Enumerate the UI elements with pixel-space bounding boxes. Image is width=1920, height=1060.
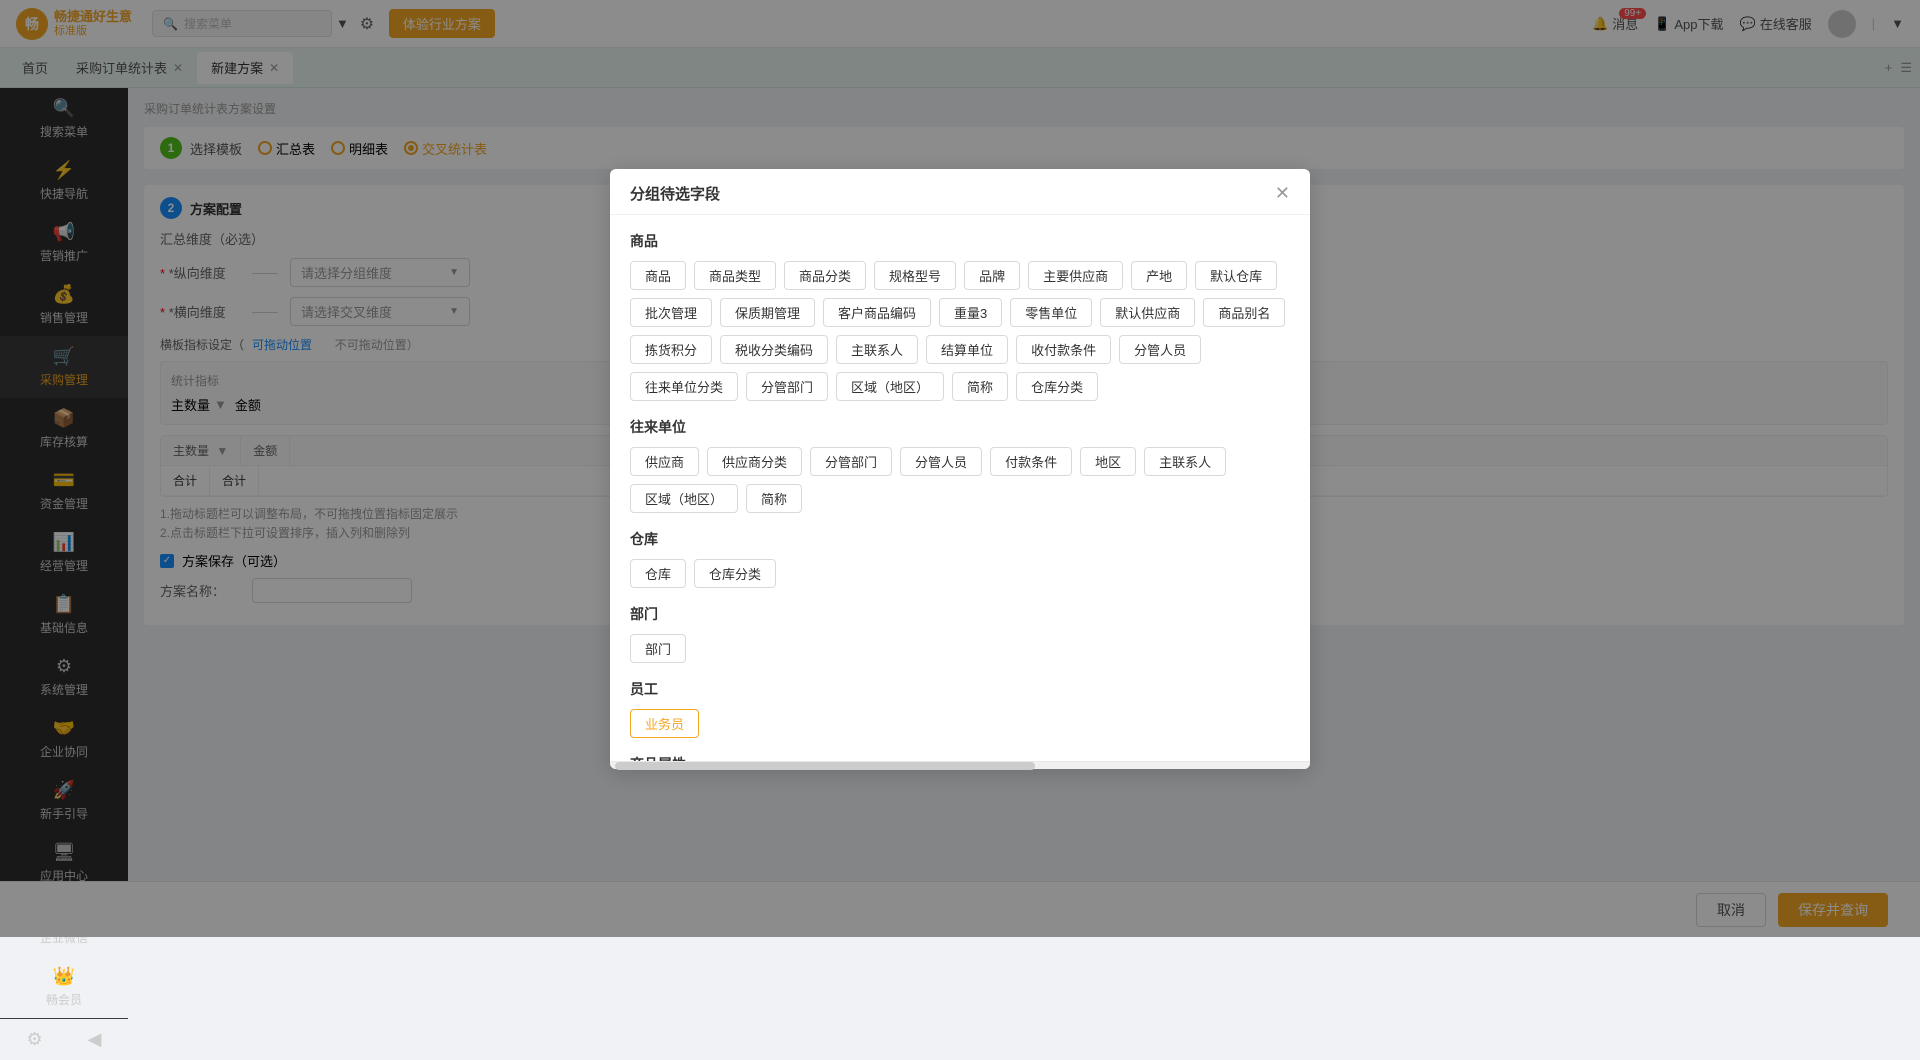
field-tag-2-1[interactable]: 仓库分类 — [694, 559, 776, 588]
field-tag-1-8[interactable]: 简称 — [746, 484, 802, 513]
field-tag-0-21[interactable]: 往来单位分类 — [630, 372, 738, 401]
field-tag-4-0[interactable]: 业务员 — [630, 709, 699, 738]
field-tag-0-14[interactable]: 商品别名 — [1203, 298, 1285, 327]
field-tag-1-3[interactable]: 分管人员 — [900, 447, 982, 476]
member-icon: 👑 — [53, 966, 75, 987]
field-tag-0-23[interactable]: 区域（地区） — [836, 372, 944, 401]
field-tag-0-24[interactable]: 简称 — [952, 372, 1008, 401]
modal-section-tags-0: 商品商品类型商品分类规格型号品牌主要供应商产地默认仓库批次管理保质期管理客户商品… — [630, 261, 1290, 401]
field-tag-0-22[interactable]: 分管部门 — [746, 372, 828, 401]
sidebar-item-member[interactable]: 👑 畅会员 — [0, 956, 128, 1018]
field-tag-0-5[interactable]: 主要供应商 — [1028, 261, 1123, 290]
field-tag-3-0[interactable]: 部门 — [630, 634, 686, 663]
field-tag-0-10[interactable]: 客户商品编码 — [823, 298, 931, 327]
modal-section-tags-3: 部门 — [630, 634, 1290, 663]
field-tag-2-0[interactable]: 仓库 — [630, 559, 686, 588]
modal-section-title-1: 往来单位 — [630, 417, 1290, 437]
modal-title: 分组待选字段 — [630, 183, 720, 204]
modal-section-title-3: 部门 — [630, 604, 1290, 624]
modal-body[interactable]: 商品商品商品类型商品分类规格型号品牌主要供应商产地默认仓库批次管理保质期管理客户… — [610, 215, 1310, 762]
field-tag-1-2[interactable]: 分管部门 — [810, 447, 892, 476]
field-tag-0-17[interactable]: 主联系人 — [836, 335, 918, 364]
field-tag-0-20[interactable]: 分管人员 — [1119, 335, 1201, 364]
modal-overlay: 分组待选字段 ✕ 商品商品商品类型商品分类规格型号品牌主要供应商产地默认仓库批次… — [0, 0, 1920, 937]
modal-section-3: 部门部门 — [630, 604, 1290, 663]
field-tag-0-12[interactable]: 零售单位 — [1010, 298, 1092, 327]
sidebar-collapse-btn[interactable]: ◀ — [88, 1029, 102, 1050]
modal-section-title-0: 商品 — [630, 231, 1290, 251]
field-tag-0-25[interactable]: 仓库分类 — [1016, 372, 1098, 401]
modal-section-title-2: 仓库 — [630, 529, 1290, 549]
field-tag-0-9[interactable]: 保质期管理 — [720, 298, 815, 327]
sidebar-bottom: ⚙ ◀ — [0, 1018, 128, 1060]
field-tag-1-6[interactable]: 主联系人 — [1144, 447, 1226, 476]
modal-section-2: 仓库仓库仓库分类 — [630, 529, 1290, 588]
field-tag-0-1[interactable]: 商品类型 — [694, 261, 776, 290]
sidebar-settings-btn[interactable]: ⚙ — [27, 1029, 43, 1050]
modal-hscroll[interactable] — [610, 761, 1310, 768]
field-tag-1-1[interactable]: 供应商分类 — [707, 447, 802, 476]
field-tag-0-8[interactable]: 批次管理 — [630, 298, 712, 327]
field-tag-1-5[interactable]: 地区 — [1080, 447, 1136, 476]
modal-section-tags-1: 供应商供应商分类分管部门分管人员付款条件地区主联系人区域（地区） 简称 — [630, 447, 1290, 513]
modal-section-0: 商品商品商品类型商品分类规格型号品牌主要供应商产地默认仓库批次管理保质期管理客户… — [630, 231, 1290, 401]
field-tag-0-4[interactable]: 品牌 — [964, 261, 1020, 290]
modal-section-title-4: 员工 — [630, 679, 1290, 699]
field-tag-0-6[interactable]: 产地 — [1131, 261, 1187, 290]
modal-hscroll-thumb — [615, 762, 1035, 770]
field-tag-0-11[interactable]: 重量3 — [939, 298, 1002, 327]
modal-section-tags-2: 仓库仓库分类 — [630, 559, 1290, 588]
modal-close-btn[interactable]: ✕ — [1275, 183, 1290, 204]
field-tag-0-0[interactable]: 商品 — [630, 261, 686, 290]
modal-section-5: 商品属性属性颜色多规格尺码鞋码1 — [630, 754, 1290, 762]
field-tag-0-3[interactable]: 规格型号 — [874, 261, 956, 290]
field-tag-0-2[interactable]: 商品分类 — [784, 261, 866, 290]
modal: 分组待选字段 ✕ 商品商品商品类型商品分类规格型号品牌主要供应商产地默认仓库批次… — [610, 169, 1310, 769]
modal-header: 分组待选字段 ✕ — [610, 169, 1310, 215]
field-tag-0-15[interactable]: 拣货积分 — [630, 335, 712, 364]
field-tag-0-13[interactable]: 默认供应商 — [1100, 298, 1195, 327]
field-tag-1-7[interactable]: 区域（地区） — [630, 484, 738, 513]
modal-section-tags-4: 业务员 — [630, 709, 1290, 738]
modal-section-4: 员工业务员 — [630, 679, 1290, 738]
field-tag-1-0[interactable]: 供应商 — [630, 447, 699, 476]
field-tag-1-4[interactable]: 付款条件 — [990, 447, 1072, 476]
modal-section-title-5: 商品属性 — [630, 754, 1290, 762]
field-tag-0-19[interactable]: 收付款条件 — [1016, 335, 1111, 364]
field-tag-0-7[interactable]: 默认仓库 — [1195, 261, 1277, 290]
field-tag-0-18[interactable]: 结算单位 — [926, 335, 1008, 364]
field-tag-0-16[interactable]: 税收分类编码 — [720, 335, 828, 364]
modal-section-1: 往来单位供应商供应商分类分管部门分管人员付款条件地区主联系人区域（地区） 简称 — [630, 417, 1290, 513]
